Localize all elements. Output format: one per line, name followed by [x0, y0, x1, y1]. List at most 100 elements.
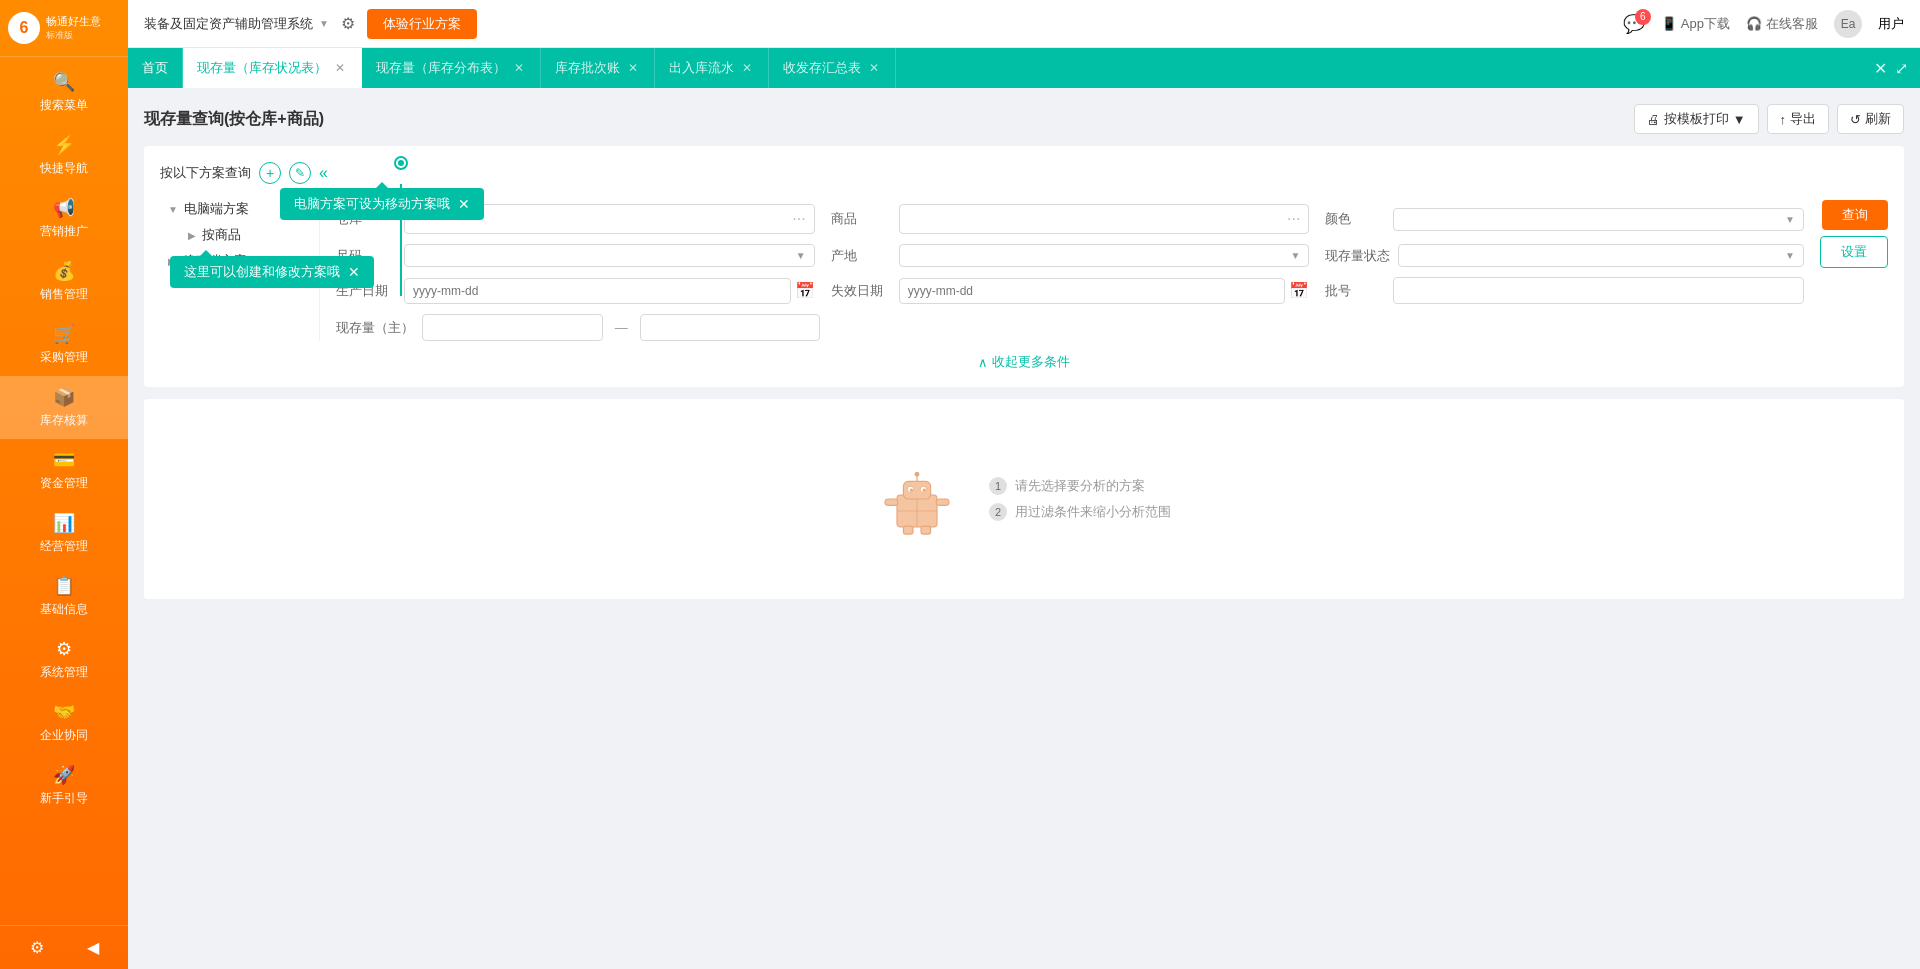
sidebar-item-inventory[interactable]: 📦 库存核算 — [0, 376, 128, 439]
tree-by-goods-label: 按商品 — [202, 226, 241, 244]
search-button[interactable]: 查询 — [1822, 200, 1888, 230]
finance-icon: 💳 — [53, 449, 75, 471]
edit-tooltip-text: 这里可以创建和修改方案哦 — [184, 263, 340, 281]
filter-prod-date: 生产日期 📅 — [336, 277, 815, 304]
filter-edit-scheme-button[interactable]: ✎ — [289, 162, 311, 184]
svg-rect-11 — [936, 499, 949, 505]
marketing-icon: 📢 — [53, 197, 75, 219]
main-area: 装备及固定资产辅助管理系统 ▼ ⚙ 体验行业方案 💬 6 📱 App下载 🎧 在… — [128, 0, 1920, 969]
filter-quantity: 现存量（主） — — [336, 314, 820, 341]
guide-icon: 🚀 — [53, 764, 75, 786]
origin-select[interactable]: ▼ — [899, 244, 1310, 267]
sidebar-item-sales[interactable]: 💰 销售管理 — [0, 250, 128, 313]
empty-icon — [877, 459, 957, 539]
sidebar-item-operations[interactable]: 📊 经营管理 — [0, 502, 128, 565]
tab-close-icon[interactable]: ✕ — [867, 60, 881, 76]
edit-tooltip: 这里可以创建和修改方案哦 ✕ — [170, 256, 374, 288]
tab-inventory-dist-label: 现存量（库存分布表） — [376, 59, 506, 77]
avatar[interactable]: Ea — [1834, 10, 1862, 38]
sidebar-item-marketing[interactable]: 📢 营销推广 — [0, 187, 128, 250]
svg-point-9 — [915, 472, 920, 477]
prod-date-start[interactable] — [404, 278, 791, 304]
message-badge: 6 — [1635, 9, 1651, 25]
tab-home-label: 首页 — [142, 59, 168, 77]
prod-date-range: 📅 — [404, 278, 815, 304]
tab-close-icon[interactable]: ✕ — [333, 60, 347, 76]
tree-by-goods[interactable]: ▶ 按商品 — [188, 222, 307, 248]
scheme-tooltip-close-button[interactable]: ✕ — [458, 196, 470, 212]
topbar-system: 装备及固定资产辅助管理系统 ▼ — [144, 15, 329, 33]
sidebar-item-basic[interactable]: 📋 基础信息 — [0, 565, 128, 628]
sidebar-item-system[interactable]: ⚙ 系统管理 — [0, 628, 128, 691]
chevron-down-icon: ▼ — [796, 250, 806, 261]
tab-inventory-dist[interactable]: 现存量（库存分布表） ✕ — [362, 48, 541, 88]
filter-add-scheme-button[interactable]: + — [259, 162, 281, 184]
svg-point-7 — [923, 489, 926, 492]
filter-row-3: 生产日期 📅 失效日期 📅 — [336, 277, 1804, 304]
quantity-end-input[interactable] — [640, 314, 821, 341]
system-icon: ⚙ — [56, 638, 72, 660]
tab-collect-summary[interactable]: 收发存汇总表 ✕ — [769, 48, 896, 88]
chevron-up-icon: ∧ — [978, 355, 988, 370]
sidebar-item-label: 营销推广 — [40, 223, 88, 240]
refresh-button[interactable]: ↺ 刷新 — [1837, 104, 1904, 134]
color-select[interactable]: ▼ — [1393, 208, 1804, 231]
sidebar-item-label: 企业协同 — [40, 727, 88, 744]
filter-fields: 仓库 ··· 商品 ··· — [336, 196, 1804, 341]
size-select[interactable]: ▼ — [404, 244, 815, 267]
tree-expand-icon: ▼ — [168, 204, 178, 215]
online-support-link[interactable]: 🎧 在线客服 — [1746, 15, 1818, 33]
experience-button[interactable]: 体验行业方案 — [367, 9, 477, 39]
svg-rect-10 — [885, 499, 898, 505]
collapse-button[interactable]: ∧ 收起更多条件 — [978, 353, 1070, 371]
sidebar-item-label: 采购管理 — [40, 349, 88, 366]
tab-inventory-batch-label: 库存批次账 — [555, 59, 620, 77]
sidebar-item-search[interactable]: 🔍 搜索菜单 — [0, 61, 128, 124]
sales-icon: 💰 — [53, 260, 75, 282]
page-header: 现存量查询(按仓库+商品) 🖨 按模板打印 ▼ ↑ 导出 ↺ 刷新 — [144, 104, 1904, 134]
export-button[interactable]: ↑ 导出 — [1767, 104, 1830, 134]
collapse-sidebar-btn[interactable]: ◀ — [83, 934, 103, 961]
svg-rect-13 — [921, 526, 931, 534]
sidebar-nav: 🔍 搜索菜单 ⚡ 快捷导航 📢 营销推广 💰 销售管理 🛒 采购管理 📦 库存核… — [0, 57, 128, 925]
empty-tips: 1 请先选择要分析的方案 2 用过滤条件来缩小分析范围 — [989, 477, 1171, 521]
tab-close-icon[interactable]: ✕ — [626, 60, 640, 76]
message-btn[interactable]: 💬 6 — [1623, 13, 1645, 35]
topbar-gear-icon[interactable]: ⚙ — [341, 14, 355, 33]
tab-inventory-batch[interactable]: 库存批次账 ✕ — [541, 48, 655, 88]
expiry-date-start[interactable] — [899, 278, 1286, 304]
tab-home[interactable]: 首页 — [128, 48, 183, 88]
page-actions: 🖨 按模板打印 ▼ ↑ 导出 ↺ 刷新 — [1634, 104, 1904, 134]
sidebar-item-guide[interactable]: 🚀 新手引导 — [0, 754, 128, 817]
sidebar-item-label: 系统管理 — [40, 664, 88, 681]
tab-in-out-flow-label: 出入库流水 — [669, 59, 734, 77]
dots-icon: ··· — [1287, 210, 1300, 228]
sidebar-item-enterprise[interactable]: 🤝 企业协同 — [0, 691, 128, 754]
tab-close-icon[interactable]: ✕ — [512, 60, 526, 76]
tab-inventory-status[interactable]: 现存量（库存状况表） ✕ — [183, 48, 362, 88]
filter-expiry-date: 失效日期 📅 — [831, 277, 1310, 304]
inventory-status-select[interactable]: ▼ — [1398, 244, 1804, 267]
sidebar-item-finance[interactable]: 💳 资金管理 — [0, 439, 128, 502]
batch-input[interactable] — [1393, 277, 1804, 304]
batch-label: 批号 — [1325, 282, 1385, 300]
sidebar-item-label: 搜索菜单 — [40, 97, 88, 114]
edit-tooltip-close-button[interactable]: ✕ — [348, 264, 360, 280]
app-download-link[interactable]: 📱 App下载 — [1661, 15, 1730, 33]
filter-back-icon[interactable]: « — [319, 164, 328, 182]
template-print-button[interactable]: 🖨 按模板打印 ▼ — [1634, 104, 1759, 134]
settings-btn[interactable]: ⚙ — [26, 934, 48, 961]
tab-close-icon[interactable]: ✕ — [740, 60, 754, 76]
expiry-date-range: 📅 — [899, 278, 1310, 304]
sidebar-item-purchase[interactable]: 🛒 采购管理 — [0, 313, 128, 376]
sidebar-item-quick[interactable]: ⚡ 快捷导航 — [0, 124, 128, 187]
quantity-start-input[interactable] — [422, 314, 603, 341]
tip-text-2: 用过滤条件来缩小分析范围 — [1015, 503, 1171, 521]
reset-button[interactable]: 设置 — [1820, 236, 1888, 268]
tab-fullscreen-icon[interactable]: ⤢ — [1895, 59, 1908, 78]
tab-in-out-flow[interactable]: 出入库流水 ✕ — [655, 48, 769, 88]
goods-select[interactable]: ··· — [899, 204, 1310, 234]
tab-close-all-icon[interactable]: ✕ — [1874, 59, 1887, 78]
filter-size: 尺码 ▼ — [336, 244, 815, 267]
filter-goods: 商品 ··· — [831, 204, 1310, 234]
